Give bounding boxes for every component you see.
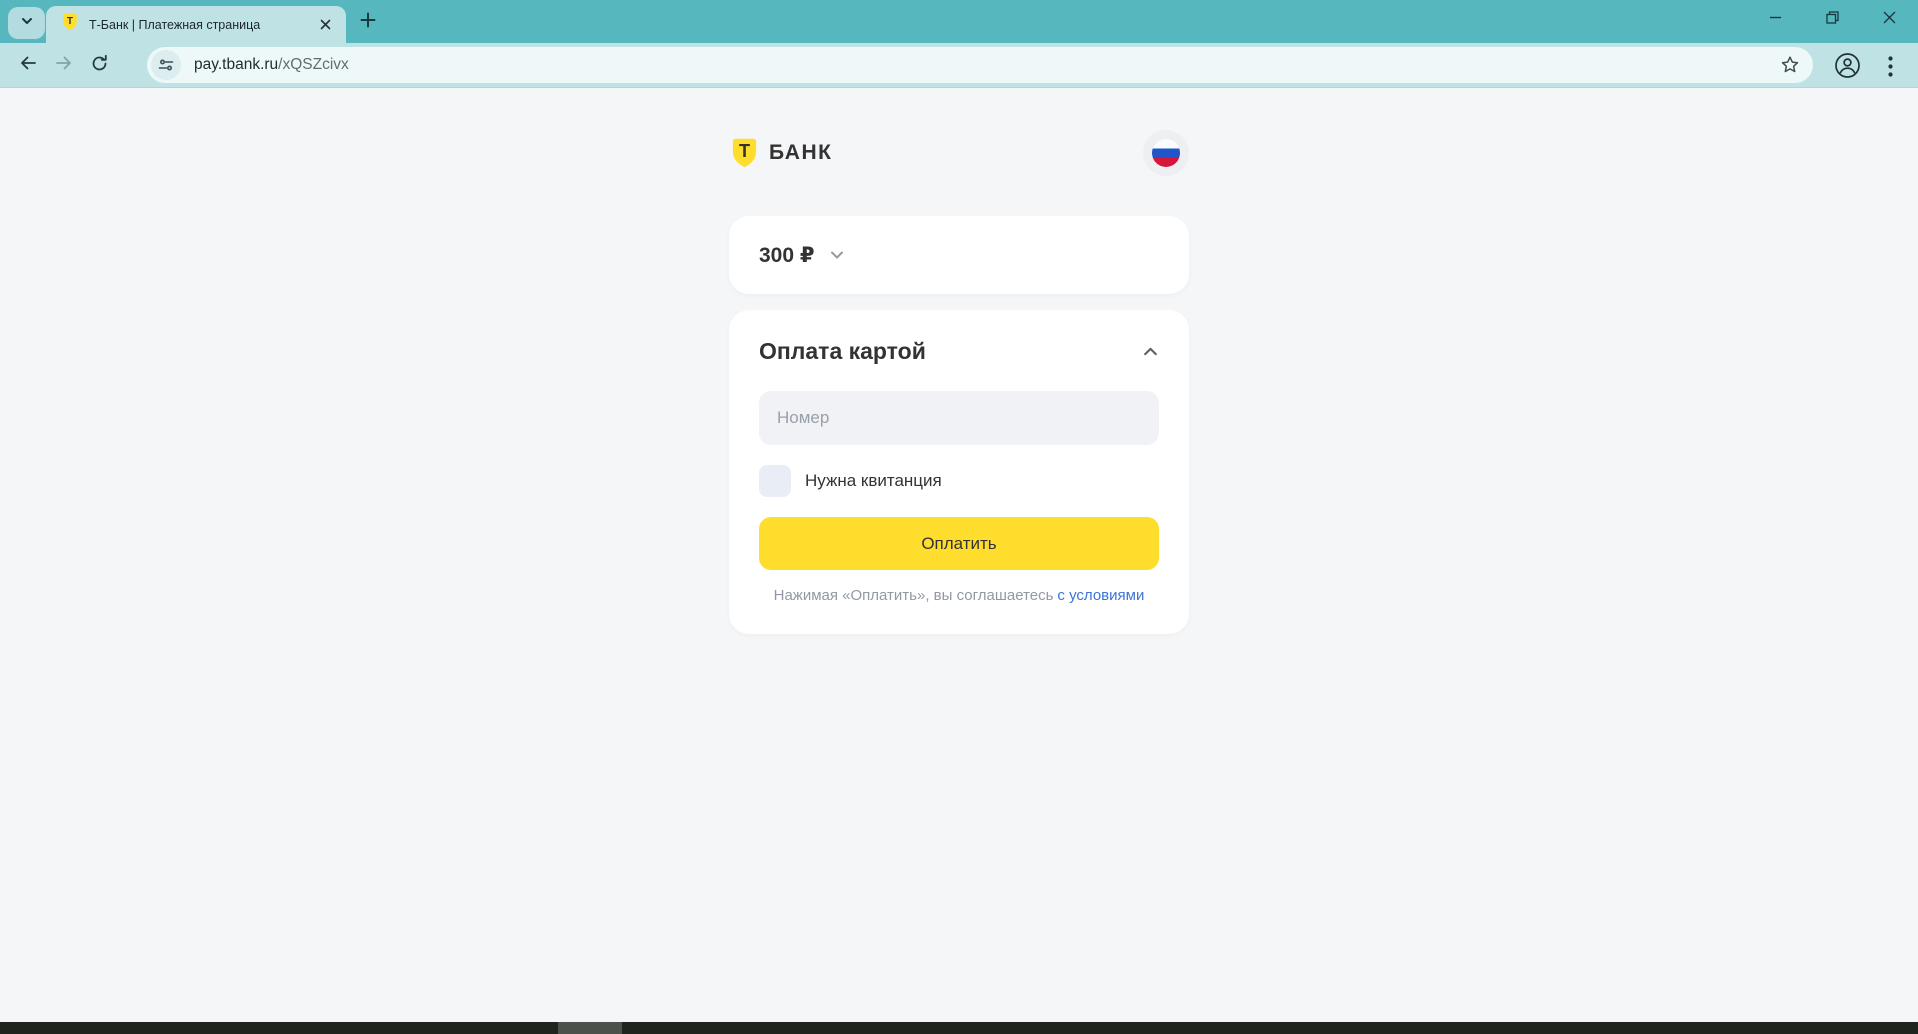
chevron-down-icon (20, 14, 34, 33)
profile-button[interactable] (1834, 52, 1861, 84)
tbank-logo: Т БАНК (729, 136, 832, 170)
browser-toolbar: pay.tbank.ru/xQSZcivx (0, 43, 1918, 88)
address-bar[interactable]: pay.tbank.ru/xQSZcivx (147, 47, 1813, 83)
url-host: pay.tbank.ru (194, 56, 279, 73)
bookmark-button[interactable] (1780, 55, 1800, 75)
receipt-checkbox[interactable] (759, 465, 791, 497)
terms-note: Нажимая «Оплатить», вы соглашаетесь с усл… (759, 587, 1159, 604)
tab-title: Т-Банк | Платежная страница (89, 17, 261, 32)
tbank-shield-icon: Т (732, 138, 757, 168)
svg-text:Т: Т (739, 141, 750, 161)
window-restore-button[interactable] (1804, 0, 1861, 40)
language-selector-button[interactable] (1143, 130, 1189, 176)
new-tab-button[interactable] (355, 9, 381, 35)
card-payment-section: Оплата картой Нужна квитанция Оплатить Н… (729, 310, 1189, 634)
browser-tab-active[interactable]: Т Т-Банк | Платежная страница (46, 6, 346, 43)
forward-arrow-icon (54, 53, 74, 78)
browser-menu-button[interactable] (1882, 53, 1898, 79)
star-icon (1781, 56, 1799, 73)
back-arrow-icon (18, 53, 38, 78)
restore-icon (1826, 11, 1839, 29)
window-close-button[interactable] (1861, 0, 1918, 40)
tab-close-icon[interactable] (314, 14, 336, 36)
taskbar-sliver-highlight (558, 1022, 622, 1034)
card-number-input[interactable] (759, 391, 1159, 445)
forward-button[interactable] (50, 52, 77, 79)
profile-icon (1835, 53, 1860, 78)
svg-text:Т: Т (67, 16, 73, 27)
page-header: Т БАНК (729, 88, 1189, 176)
tab-search-button[interactable] (8, 7, 45, 39)
russian-flag-icon (1152, 139, 1180, 167)
tbank-favicon-icon: Т (61, 12, 79, 37)
taskbar-sliver (0, 1022, 1918, 1034)
card-payment-header[interactable]: Оплата картой (759, 338, 1159, 365)
url-path: /xQSZcivx (278, 56, 349, 73)
terms-link[interactable]: с условиями (1057, 587, 1144, 604)
tab-strip: Т Т-Банк | Платежная страница (0, 0, 1918, 43)
window-controls (1747, 0, 1918, 40)
collapse-chevron-up-icon[interactable] (1142, 343, 1159, 360)
kebab-menu-icon (1887, 55, 1893, 77)
url-text[interactable]: pay.tbank.ru/xQSZcivx (194, 56, 349, 74)
plus-icon (360, 12, 376, 33)
terms-text: Нажимая «Оплатить», вы соглашаетесь (773, 587, 1054, 604)
tune-icon (158, 59, 174, 71)
pay-button[interactable]: Оплатить (759, 517, 1159, 570)
amount-card[interactable]: 300 ₽ (729, 216, 1189, 294)
close-icon (1883, 11, 1896, 29)
window-minimize-button[interactable] (1747, 0, 1804, 40)
receipt-checkbox-label: Нужна квитанция (805, 471, 942, 490)
reload-icon (90, 54, 109, 78)
browser-window: Т Т-Банк | Платежная страница pay.tbank.… (0, 0, 1918, 1034)
payment-amount: 300 ₽ (759, 243, 815, 267)
reload-button[interactable] (86, 52, 113, 79)
logo-text: БАНК (769, 141, 833, 164)
receipt-checkbox-row[interactable]: Нужна квитанция (759, 465, 1159, 497)
minimize-icon (1769, 11, 1782, 29)
section-title: Оплата картой (759, 338, 926, 364)
amount-chevron-down-icon[interactable] (829, 247, 845, 263)
payment-page: Т БАНК 300 ₽ Оплата картой Номер Нужна к… (0, 88, 1918, 1022)
site-info-button[interactable] (151, 50, 181, 80)
back-button[interactable] (14, 52, 41, 79)
